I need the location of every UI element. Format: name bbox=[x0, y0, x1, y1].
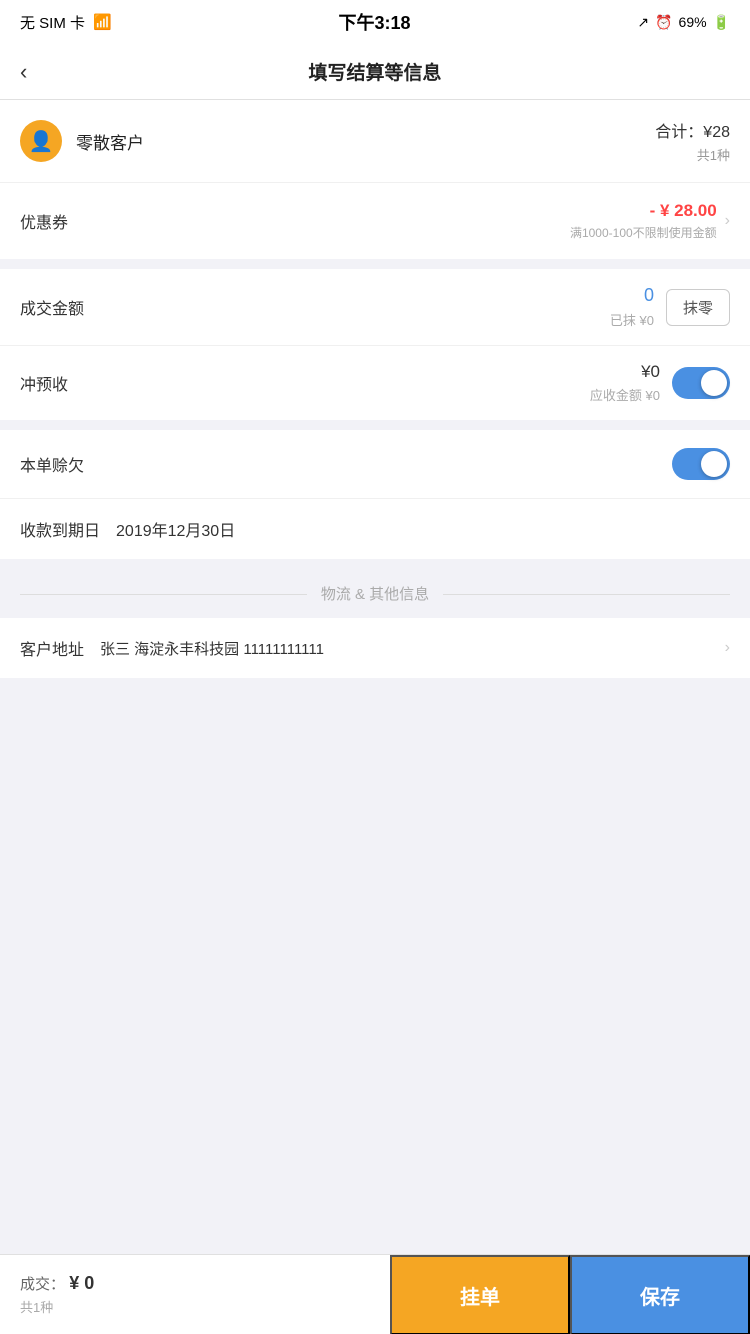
bottom-deal-label: 成交： bbox=[20, 1276, 65, 1293]
bottom-left: 成交： ¥ 0 共1种 bbox=[0, 1273, 390, 1316]
overdue-section: 本单赊欠 收款到期日 2019年12月30日 bbox=[0, 430, 750, 559]
status-bar: 无 SIM 卡 📶 下午3:18 ↗ ⏰ 69% 🔋 bbox=[0, 0, 750, 44]
coupon-amount: - ¥ 28.00 bbox=[570, 201, 717, 221]
save-button[interactable]: 保存 bbox=[570, 1255, 750, 1334]
status-left: 无 SIM 卡 📶 bbox=[20, 12, 112, 33]
battery-label: 69% bbox=[679, 14, 707, 30]
coupon-right: - ¥ 28.00 满1000-100不限制使用金额 › bbox=[570, 201, 730, 241]
address-label: 客户地址 bbox=[20, 636, 90, 660]
logistics-title: 物流 & 其他信息 bbox=[321, 586, 429, 603]
coupon-desc: 满1000-100不限制使用金额 bbox=[570, 224, 717, 241]
address-value: 张三 海淀永丰科技园 11111111111 bbox=[100, 638, 715, 659]
bottom-deal-amount: ¥ 0 bbox=[69, 1273, 94, 1293]
deal-amount-row: 成交金额 0 已抹 ¥0 抹零 bbox=[0, 269, 750, 346]
customer-row: 👤 零散客户 合计：¥28 共1种 bbox=[0, 100, 750, 182]
back-button[interactable]: ‹ bbox=[20, 59, 27, 85]
location-icon: ↗ bbox=[637, 14, 649, 31]
no-sim-label: 无 SIM 卡 bbox=[20, 12, 85, 33]
bottom-count: 共1种 bbox=[20, 1297, 370, 1316]
prepayment-amount: ¥0 bbox=[590, 362, 660, 382]
chevron-right-icon: › bbox=[725, 212, 730, 230]
address-chevron-icon: › bbox=[725, 639, 730, 657]
deal-amount-value-block: 0 已抹 ¥0 bbox=[610, 285, 654, 329]
status-time: 下午3:18 bbox=[339, 9, 411, 35]
deal-amount-label: 成交金额 bbox=[20, 295, 100, 319]
deal-amount-right: 0 已抹 ¥0 抹零 bbox=[610, 285, 730, 329]
customer-right: 合计：¥28 共1种 bbox=[655, 118, 730, 164]
prepayment-value-block: ¥0 应收金额 ¥0 bbox=[590, 362, 660, 404]
customer-count: 共1种 bbox=[655, 145, 730, 164]
logistics-title-wrap: 物流 & 其他信息 bbox=[307, 583, 443, 604]
coupon-row[interactable]: 优惠券 - ¥ 28.00 满1000-100不限制使用金额 › bbox=[0, 182, 750, 259]
overdue-toggle[interactable] bbox=[672, 448, 730, 480]
prepayment-row: 冲预收 ¥0 应收金额 ¥0 bbox=[0, 346, 750, 420]
bottom-deal-row: 成交： ¥ 0 bbox=[20, 1273, 370, 1294]
due-date-value: 2019年12月30日 bbox=[116, 517, 235, 541]
address-section: 客户地址 张三 海淀永丰科技园 11111111111 › bbox=[0, 618, 750, 678]
page-title: 填写结算等信息 bbox=[308, 58, 441, 85]
round-zero-button[interactable]: 抹零 bbox=[666, 289, 730, 326]
alarm-icon: ⏰ bbox=[655, 14, 672, 31]
toggle-knob-2 bbox=[701, 451, 727, 477]
gray-filler bbox=[0, 688, 750, 988]
bottom-buttons: 挂单 保存 bbox=[390, 1255, 750, 1334]
avatar-icon: 👤 bbox=[29, 129, 54, 154]
overdue-label: 本单赊欠 bbox=[20, 452, 84, 476]
customer-total: 合计：¥28 bbox=[655, 118, 730, 142]
avatar: 👤 bbox=[20, 120, 62, 162]
prepayment-sub: 应收金额 ¥0 bbox=[590, 385, 660, 404]
prepayment-toggle[interactable] bbox=[672, 367, 730, 399]
battery-icon: 🔋 bbox=[713, 14, 730, 31]
deal-amount-sub: 已抹 ¥0 bbox=[610, 310, 654, 329]
pending-button[interactable]: 挂单 bbox=[390, 1255, 570, 1334]
customer-left: 👤 零散客户 bbox=[20, 120, 144, 162]
overdue-row: 本单赊欠 bbox=[0, 430, 750, 499]
due-date-label: 收款到期日 bbox=[20, 517, 100, 541]
wifi-icon: 📶 bbox=[93, 13, 112, 31]
coupon-label: 优惠券 bbox=[20, 209, 68, 233]
logistics-header: 物流 & 其他信息 bbox=[0, 569, 750, 618]
status-right: ↗ ⏰ 69% 🔋 bbox=[637, 14, 730, 31]
content: 👤 零散客户 合计：¥28 共1种 优惠券 - ¥ 28.00 满1000-10… bbox=[0, 100, 750, 1078]
deal-amount-value: 0 bbox=[610, 285, 654, 306]
prepayment-label: 冲预收 bbox=[20, 371, 100, 395]
coupon-value-block: - ¥ 28.00 满1000-100不限制使用金额 bbox=[570, 201, 717, 241]
toggle-knob bbox=[701, 370, 727, 396]
bottom-bar: 成交： ¥ 0 共1种 挂单 保存 bbox=[0, 1254, 750, 1334]
nav-bar: ‹ 填写结算等信息 bbox=[0, 44, 750, 100]
address-row[interactable]: 客户地址 张三 海淀永丰科技园 11111111111 › bbox=[0, 618, 750, 678]
due-date-row: 收款到期日 2019年12月30日 bbox=[0, 499, 750, 559]
deal-amount-section: 成交金额 0 已抹 ¥0 抹零 冲预收 ¥0 应收金额 ¥0 bbox=[0, 269, 750, 420]
prepayment-right: ¥0 应收金额 ¥0 bbox=[590, 362, 730, 404]
customer-section: 👤 零散客户 合计：¥28 共1种 优惠券 - ¥ 28.00 满1000-10… bbox=[0, 100, 750, 259]
customer-name: 零散客户 bbox=[76, 129, 144, 154]
